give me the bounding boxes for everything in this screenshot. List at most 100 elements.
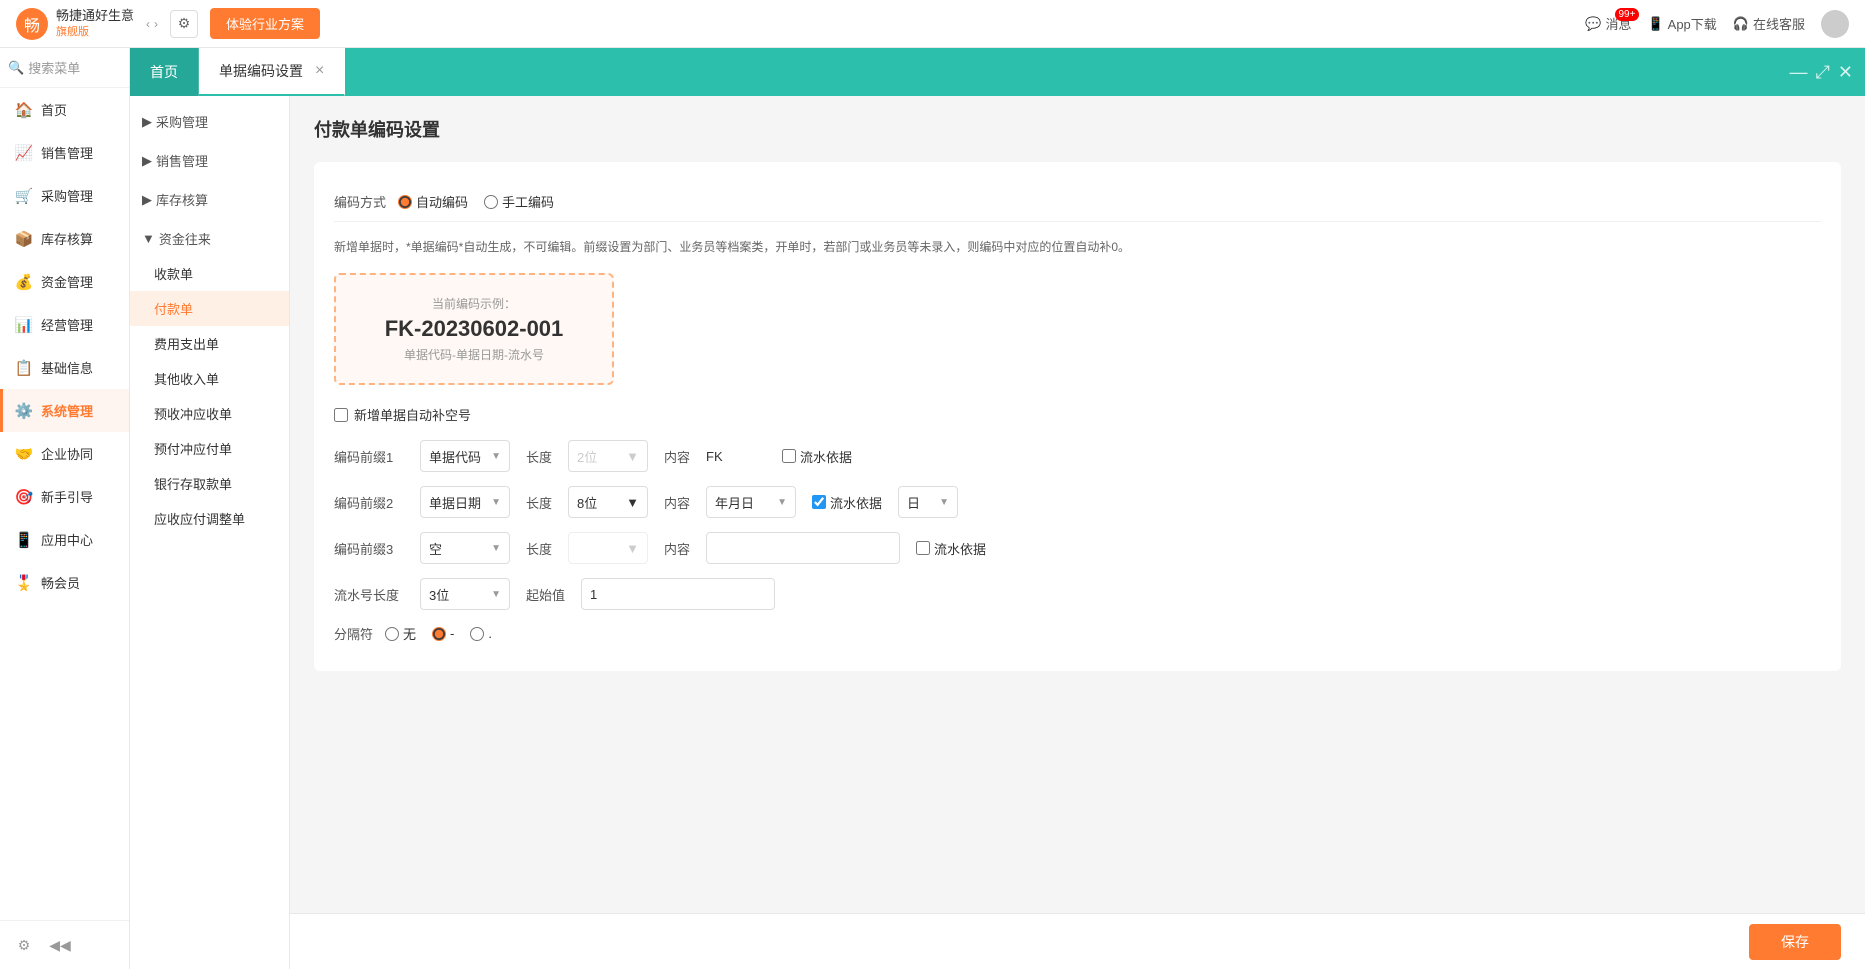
message-item[interactable]: 💬 消息 99+ xyxy=(1585,14,1631,33)
tab-close-icon[interactable]: × xyxy=(315,62,324,80)
sidebar-item-basic[interactable]: 📋 基础信息 xyxy=(0,346,129,389)
sidebar-item-label: 销售管理 xyxy=(41,143,93,162)
sidebar-settings-btn[interactable]: ⚙ xyxy=(10,931,38,959)
serial-length-select[interactable]: 3位 ▼ xyxy=(420,578,510,610)
sidebar-item-home[interactable]: 🏠 首页 xyxy=(0,88,129,131)
online-service-label: 在线客服 xyxy=(1753,14,1805,33)
sub-sidebar-bank[interactable]: 银行存取款单 xyxy=(130,466,289,501)
code-preview-value: FK-20230602-001 xyxy=(360,316,588,342)
serial1-checkbox[interactable]: 流水依据 xyxy=(782,447,852,466)
sep-none-radio[interactable]: 无 xyxy=(385,624,416,643)
radio-manual-input[interactable] xyxy=(484,195,498,209)
tab-minimize-btn[interactable]: — xyxy=(1790,62,1808,83)
start-value-input[interactable] xyxy=(581,578,775,610)
serial1-label: 流水依据 xyxy=(800,447,852,466)
sub-sidebar-prepay-pay[interactable]: 预付冲应付单 xyxy=(130,431,289,466)
separator-options: 无 - . xyxy=(385,624,492,643)
length2-select[interactable]: 8位 ▼ xyxy=(568,486,648,518)
sidebar-item-operation[interactable]: 📊 经营管理 xyxy=(0,303,129,346)
serial3-check-input[interactable] xyxy=(916,541,930,555)
settings-card: 编码方式 自动编码 手工编码 xyxy=(314,162,1841,671)
tab-encoding-label: 单据编码设置 xyxy=(219,61,303,81)
auto-fill-checkbox[interactable] xyxy=(334,408,348,422)
sidebar-item-guide[interactable]: 🎯 新手引导 xyxy=(0,475,129,518)
logo-text: 畅捷通好生意 旗舰版 xyxy=(56,8,134,40)
sub-sidebar-purchase-title[interactable]: ▶ 采购管理 xyxy=(130,104,289,139)
logo-icon: 畅 xyxy=(16,8,48,40)
serial2-period-select[interactable]: 日 ▼ xyxy=(898,486,958,518)
serial3-checkbox[interactable]: 流水依据 xyxy=(916,539,986,558)
sep-none-input[interactable] xyxy=(385,627,399,641)
sub-sidebar-payment[interactable]: 付款单 xyxy=(130,291,289,326)
content2-arrow-icon: ▼ xyxy=(777,497,787,508)
sidebar-item-finance[interactable]: 💰 资金管理 xyxy=(0,260,129,303)
sidebar-item-appcenter[interactable]: 📱 应用中心 xyxy=(0,518,129,561)
sidebar-search[interactable]: 🔍 搜索菜单 xyxy=(0,48,129,88)
radio-auto-label: 自动编码 xyxy=(416,192,468,211)
sidebar-item-purchase[interactable]: 🛒 采购管理 xyxy=(0,174,129,217)
separator-row: 分隔符 无 - xyxy=(334,624,1821,643)
sub-sidebar-prepay-recv[interactable]: 预收冲应收单 xyxy=(130,396,289,431)
length1-select[interactable]: 2位 ▼ xyxy=(568,440,648,472)
sub-sidebar-inventory-title[interactable]: ▶ 库存核算 xyxy=(130,182,289,217)
sep-dot-radio[interactable]: . xyxy=(470,626,492,641)
sub-sidebar-group-label: 库存核算 xyxy=(156,190,208,209)
prefix3-select[interactable]: 空 ▼ xyxy=(420,532,510,564)
prefix3-row: 编码前缀3 空 ▼ 长度 ▼ 内容 xyxy=(334,532,1821,564)
online-service-item[interactable]: 🎧 在线客服 xyxy=(1733,14,1805,33)
radio-auto-input[interactable] xyxy=(398,195,412,209)
sep-dash-radio[interactable]: - xyxy=(432,626,454,641)
page-content: ▶ 采购管理 ▶ 销售管理 ▶ 库存核算 xyxy=(130,96,1865,969)
encoding-method-label: 编码方式 xyxy=(334,192,386,211)
sidebar-item-label: 资金管理 xyxy=(41,272,93,291)
serial-length-label: 流水号长度 xyxy=(334,585,404,604)
prefix1-select[interactable]: 单据代码 ▼ xyxy=(420,440,510,472)
nav-forward-icon[interactable]: › xyxy=(154,17,158,31)
radio-auto[interactable]: 自动编码 xyxy=(398,192,468,211)
content3-input[interactable] xyxy=(706,532,900,564)
serial2-period-value: 日 xyxy=(907,493,920,512)
sub-sidebar-other-income[interactable]: 其他收入单 xyxy=(130,361,289,396)
system-icon: ⚙️ xyxy=(15,402,33,420)
settings-icon[interactable]: ⚙ xyxy=(170,10,198,38)
tab-maximize-btn[interactable]: ⤢ xyxy=(1816,62,1830,83)
prefix2-select[interactable]: 单据日期 ▼ xyxy=(420,486,510,518)
sidebar-collapse-btn[interactable]: ◀◀ xyxy=(46,931,74,959)
sidebar-item-sales[interactable]: 📈 销售管理 xyxy=(0,131,129,174)
logo-area: 畅 畅捷通好生意 旗舰版 xyxy=(16,8,134,40)
length3-select[interactable]: ▼ xyxy=(568,532,648,564)
serial1-check-input[interactable] xyxy=(782,449,796,463)
radio-manual[interactable]: 手工编码 xyxy=(484,192,554,211)
nav-back-icon[interactable]: ‹ xyxy=(146,17,150,31)
sep-dot-input[interactable] xyxy=(470,627,484,641)
sep-dot-label: . xyxy=(488,626,492,641)
save-button[interactable]: 保存 xyxy=(1749,924,1841,960)
sub-sidebar-capital-title[interactable]: ▼ 资金往来 xyxy=(130,221,289,256)
tab-home[interactable]: 首页 xyxy=(130,48,199,96)
sep-dash-input[interactable] xyxy=(432,627,446,641)
app-download-item[interactable]: 📱 App下载 xyxy=(1647,14,1716,33)
sub-sidebar-sales-title[interactable]: ▶ 销售管理 xyxy=(130,143,289,178)
sub-sidebar-arap-adjust[interactable]: 应收应付调整单 xyxy=(130,501,289,536)
sub-sidebar-receipt[interactable]: 收款单 xyxy=(130,256,289,291)
sidebar-item-enterprise[interactable]: 🤝 企业协同 xyxy=(0,432,129,475)
sub-sidebar-capital-label: 资金往来 xyxy=(159,229,211,248)
serial2-checkbox[interactable]: 流水依据 xyxy=(812,493,882,512)
code-preview-sub: 单据代码-单据日期-流水号 xyxy=(360,346,588,363)
sidebar-item-membership[interactable]: 🎖️ 畅会员 xyxy=(0,561,129,604)
sub-sidebar-expense[interactable]: 费用支出单 xyxy=(130,326,289,361)
tab-encoding[interactable]: 单据编码设置 × xyxy=(199,48,345,96)
length2-value: 8位 xyxy=(577,493,597,512)
code-preview-label: 当前编码示例： xyxy=(360,295,588,312)
user-avatar[interactable] xyxy=(1821,10,1849,38)
trial-button[interactable]: 体验行业方案 xyxy=(210,8,320,39)
basic-icon: 📋 xyxy=(15,359,33,377)
sidebar-item-inventory[interactable]: 📦 库存核算 xyxy=(0,217,129,260)
sidebar-item-system[interactable]: ⚙️ 系统管理 xyxy=(0,389,129,432)
nav-arrows[interactable]: ‹ › xyxy=(146,17,158,31)
appcenter-icon: 📱 xyxy=(15,531,33,549)
serial2-check-input[interactable] xyxy=(812,495,826,509)
tab-close-all-btn[interactable]: ✕ xyxy=(1838,62,1853,83)
content3-label: 内容 xyxy=(664,539,690,558)
content2-select[interactable]: 年月日 ▼ xyxy=(706,486,796,518)
